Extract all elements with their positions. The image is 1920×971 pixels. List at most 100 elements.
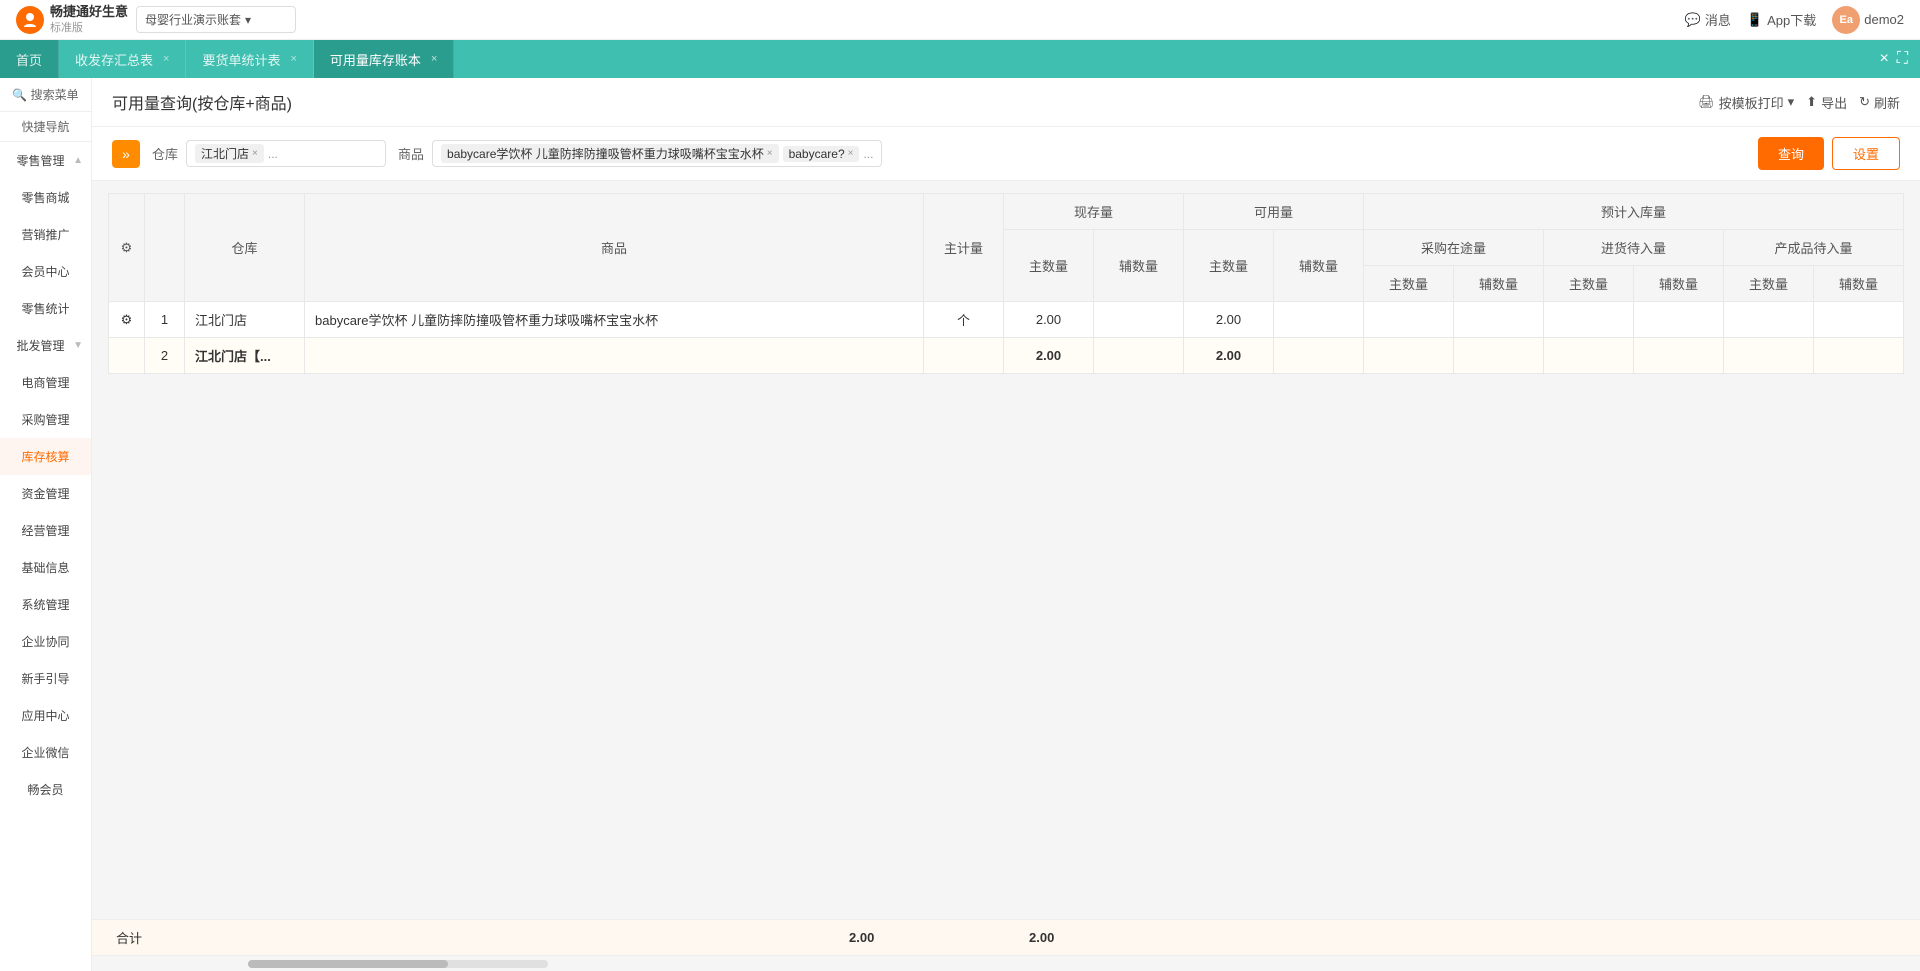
query-button[interactable]: 查询 (1758, 137, 1824, 170)
sidebar-item-enterprise[interactable]: 企业协同 (0, 623, 91, 660)
template-print-btn[interactable]: 🖨 按模板打印 ▾ (1698, 93, 1794, 112)
template-print-label: 按模板打印 (1719, 93, 1784, 112)
tab-income-close[interactable]: × (163, 53, 169, 65)
main-layout: 🔍 搜索菜单 快捷导航 零售管理 ▲ 零售商城 营销推广 会员中心 零售统计 批… (0, 78, 1920, 971)
double-arrow-icon: » (122, 146, 130, 162)
product-filter-group: 商品 babycare学饮杯 儿童防摔防撞吸管杯重力球吸嘴杯宝宝水杯 × bab… (398, 140, 882, 167)
th-available-aux: 辅数量 (1274, 230, 1364, 302)
th-warehouse: 仓库 (185, 194, 305, 302)
message-label: 消息 (1705, 10, 1731, 29)
row2-gear[interactable] (109, 338, 145, 374)
sidebar-item-ecommerce[interactable]: 电商管理 (0, 364, 91, 401)
sidebar-item-member[interactable]: 会员中心 (0, 253, 91, 290)
mobile-icon: 📱 (1747, 12, 1763, 28)
logo-sub: 标准版 (50, 19, 128, 35)
th-pt-aux: 辅数量 (1454, 266, 1544, 302)
print-icon: 🖨 (1698, 94, 1715, 110)
refresh-btn[interactable]: ↻ 刷新 (1859, 93, 1900, 112)
tab-home-label: 首页 (16, 50, 42, 69)
tab-actions: × ⛶ (1867, 50, 1920, 68)
row1-available-aux (1274, 302, 1364, 338)
row1-unit: 个 (924, 302, 1004, 338)
th-iw-main: 主数量 (1544, 266, 1634, 302)
sidebar-item-enterprise-wechat[interactable]: 企业微信 (0, 734, 91, 771)
row1-iw-main (1544, 302, 1634, 338)
sidebar-item-app-center[interactable]: 应用中心 (0, 697, 91, 734)
sidebar-search[interactable]: 🔍 搜索菜单 (0, 78, 91, 112)
settings-button[interactable]: 设置 (1832, 137, 1900, 170)
sidebar-quick-nav[interactable]: 快捷导航 (0, 112, 91, 142)
sidebar-item-retail-stats-label: 零售统计 (8, 300, 83, 317)
sidebar-item-retail-mgmt[interactable]: 零售管理 ▲ (0, 142, 91, 179)
sidebar-item-purchase[interactable]: 采购管理 (0, 401, 91, 438)
quick-nav-label: 快捷导航 (21, 120, 69, 134)
th-gear[interactable]: ⚙ (109, 194, 145, 302)
sidebar-item-new-guide-label: 新手引导 (8, 670, 83, 687)
footer-current-main: 2.00 (849, 930, 874, 945)
export-btn[interactable]: ⬆ 导出 (1806, 93, 1847, 112)
message-btn[interactable]: 💬 消息 (1685, 10, 1731, 29)
sidebar-item-purchase-label: 采购管理 (8, 411, 83, 428)
chevron-icon: ▲ (73, 155, 83, 166)
th-main-unit: 主计量 (924, 194, 1004, 302)
sidebar-item-operations-label: 经营管理 (8, 522, 83, 539)
row1-gear[interactable]: ⚙ (109, 302, 145, 338)
row2-current-main: 2.00 (1004, 338, 1094, 374)
sidebar-item-inventory[interactable]: 库存核算 (0, 438, 91, 475)
tab-available-stock[interactable]: 可用量库存账本 × (314, 40, 454, 78)
sidebar: 🔍 搜索菜单 快捷导航 零售管理 ▲ 零售商城 营销推广 会员中心 零售统计 批… (0, 78, 92, 971)
tab-order-stats[interactable]: 要货单统计表 × (186, 40, 313, 78)
filter-bar: » 仓库 江北门店 × ... 商品 babycare学饮杯 儿童防摔防撞吸管杯… (92, 127, 1920, 181)
top-bar: 畅捷通好生意 标准版 母婴行业演示账套 ▾ 💬 消息 📱 App下载 Ea de… (0, 0, 1920, 40)
th-available-main: 主数量 (1184, 230, 1274, 302)
sidebar-item-wholesale-mgmt-label: 批发管理 (8, 337, 73, 354)
user-area[interactable]: Ea demo2 (1832, 6, 1904, 34)
username: demo2 (1864, 12, 1904, 27)
tab-income[interactable]: 收发存汇总表 × (59, 40, 186, 78)
filter-toggle-btn[interactable]: » (112, 140, 140, 168)
row1-fw-aux (1814, 302, 1904, 338)
sidebar-item-vip-label: 畅会员 (8, 781, 83, 798)
page-title: 可用量查询(按仓库+商品) (112, 90, 292, 114)
row2-pt-main (1364, 338, 1454, 374)
sidebar-item-retail-store[interactable]: 零售商城 (0, 179, 91, 216)
tab-order-stats-close[interactable]: × (290, 53, 296, 65)
sidebar-item-finance[interactable]: 资金管理 (0, 475, 91, 512)
avatar-text: Ea (1840, 14, 1853, 26)
warehouse-more[interactable]: ... (268, 147, 278, 161)
row1-num: 1 (145, 302, 185, 338)
template-selector[interactable]: 母婴行业演示账套 ▾ (136, 6, 296, 33)
product-more[interactable]: ... (863, 147, 873, 161)
tab-home[interactable]: 首页 (0, 40, 59, 78)
warehouse-filter-group: 仓库 江北门店 × ... (152, 140, 386, 167)
th-pt-main: 主数量 (1364, 266, 1454, 302)
product-tag-1-remove[interactable]: × (767, 148, 773, 159)
sidebar-item-system[interactable]: 系统管理 (0, 586, 91, 623)
product-tags-container[interactable]: babycare学饮杯 儿童防摔防撞吸管杯重力球吸嘴杯宝宝水杯 × babyca… (432, 140, 882, 167)
app-download-btn[interactable]: 📱 App下载 (1747, 10, 1816, 29)
message-icon: 💬 (1685, 12, 1701, 28)
tab-available-stock-label: 可用量库存账本 (330, 50, 421, 69)
sidebar-item-retail-stats[interactable]: 零售统计 (0, 290, 91, 327)
sidebar-item-wholesale-mgmt[interactable]: 批发管理 ▼ (0, 327, 91, 364)
sidebar-item-marketing[interactable]: 营销推广 (0, 216, 91, 253)
row2-pt-aux (1454, 338, 1544, 374)
sidebar-item-operations[interactable]: 经营管理 (0, 512, 91, 549)
warehouse-tags-container[interactable]: 江北门店 × ... (186, 140, 386, 167)
product-tag-2-remove[interactable]: × (848, 148, 854, 159)
th-current-aux: 辅数量 (1094, 230, 1184, 302)
th-planned-inbound-group: 预计入库量 (1364, 194, 1904, 230)
sidebar-item-new-guide[interactable]: 新手引导 (0, 660, 91, 697)
tab-available-stock-close[interactable]: × (431, 53, 437, 65)
scroll-track[interactable] (248, 960, 548, 968)
th-current-stock-group: 现存量 (1004, 194, 1184, 230)
warehouse-tag-remove[interactable]: × (252, 148, 258, 159)
sidebar-item-basics[interactable]: 基础信息 (0, 549, 91, 586)
product-tag-text-1: babycare学饮杯 儿童防摔防撞吸管杯重力球吸嘴杯宝宝水杯 (447, 145, 764, 162)
fullscreen-icon[interactable]: ⛶ (1897, 50, 1908, 68)
content-area: 可用量查询(按仓库+商品) 🖨 按模板打印 ▾ ⬆ 导出 ↻ 刷新 (92, 78, 1920, 971)
close-all-icon[interactable]: × (1879, 50, 1888, 68)
sidebar-item-vip[interactable]: 畅会员 (0, 771, 91, 808)
th-purchase-transit-group: 采购在途量 (1364, 230, 1544, 266)
bottom-scroll (92, 955, 1920, 971)
